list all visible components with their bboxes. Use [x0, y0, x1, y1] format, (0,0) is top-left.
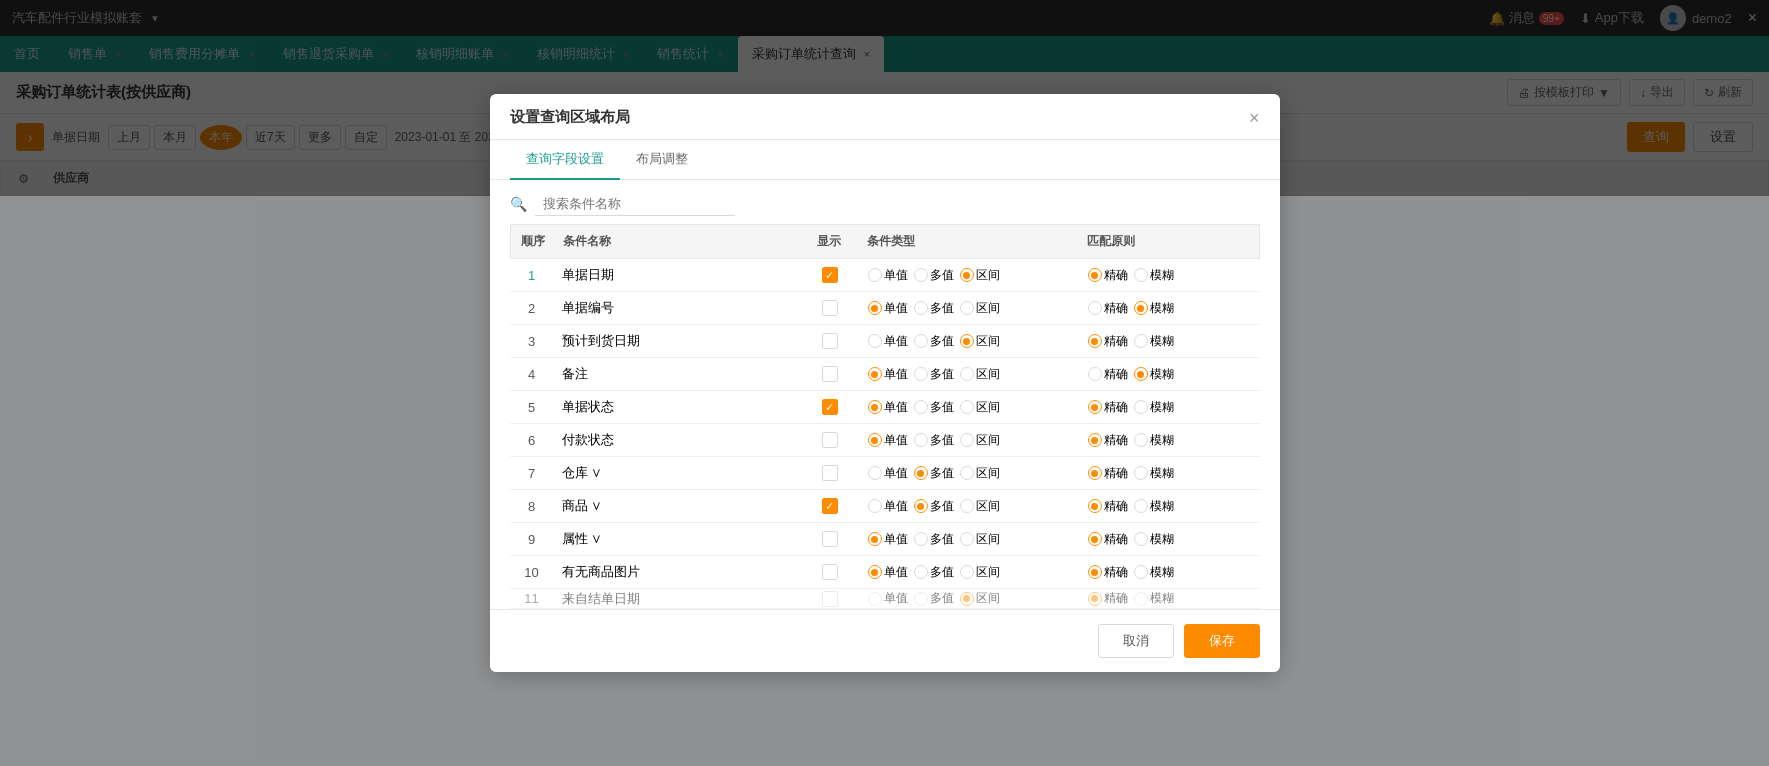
- dialog-close-btn[interactable]: ×: [1249, 109, 1260, 127]
- dialog-title: 设置查询区域布局: [510, 108, 630, 127]
- dialog-tab-query-fields-label: 查询字段设置: [526, 151, 604, 166]
- modal-overlay: 设置查询区域布局 × 查询字段设置 布局调整 🔍 顺序: [0, 0, 1769, 196]
- dialog-tab-layout[interactable]: 布局调整: [620, 140, 704, 180]
- condition-search-input[interactable]: [535, 192, 735, 196]
- dialog-search-area: 🔍: [490, 180, 1280, 196]
- dialog-tab-bar: 查询字段设置 布局调整: [490, 140, 1280, 180]
- dialog-header: 设置查询区域布局 ×: [490, 94, 1280, 140]
- settings-dialog: 设置查询区域布局 × 查询字段设置 布局调整 🔍 顺序: [490, 94, 1280, 196]
- dialog-tab-query-fields[interactable]: 查询字段设置: [510, 140, 620, 180]
- dialog-tab-layout-label: 布局调整: [636, 151, 688, 166]
